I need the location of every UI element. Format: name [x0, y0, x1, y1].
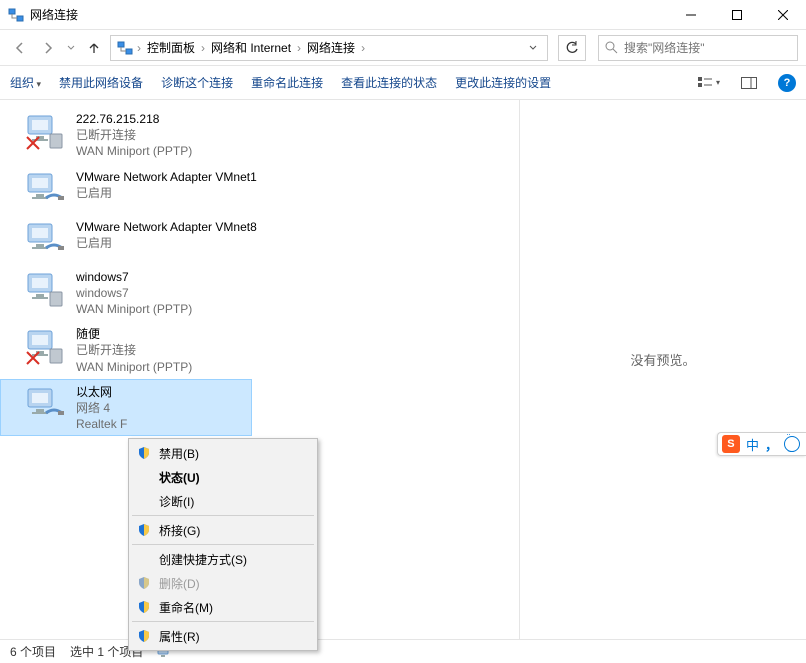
connection-status: 网络 4 [76, 400, 127, 416]
back-button[interactable] [8, 36, 32, 60]
search-box[interactable] [598, 35, 798, 61]
chevron-right-icon[interactable]: › [201, 41, 205, 55]
connection-ethernet-icon [24, 383, 66, 425]
connection-device: WAN Miniport (PPTP) [76, 301, 192, 317]
ime-toolbar[interactable]: S 中 ， [717, 432, 806, 456]
status-bar: 6 个项目 选中 1 个项目 [0, 639, 806, 663]
disable-device-button[interactable]: 禁用此网络设备 [59, 74, 143, 91]
connection-status: 已启用 [76, 185, 257, 201]
context-menu: 禁用(B) 状态(U) 诊断(I) 桥接(G) 创建快捷方式(S) 删除(D) … [128, 438, 318, 651]
network-connections-icon [117, 40, 133, 56]
ctx-properties[interactable]: 属性(R) [131, 624, 315, 648]
connection-name: 以太网 [76, 384, 127, 400]
item-count: 6 个项目 [10, 643, 56, 660]
connection-device: WAN Miniport (PPTP) [76, 359, 192, 375]
connection-name: VMware Network Adapter VMnet8 [76, 219, 257, 235]
ime-emoji-icon[interactable] [784, 436, 800, 452]
connection-name: 222.76.215.218 [76, 111, 192, 127]
connection-device: Realtek F [76, 416, 127, 432]
address-bar-row: › 控制面板 › 网络和 Internet › 网络连接 › [0, 30, 806, 66]
shield-icon [137, 600, 151, 614]
preview-pane: 没有预览。 [520, 100, 806, 639]
menu-separator [132, 544, 314, 545]
connection-name: VMware Network Adapter VMnet1 [76, 169, 257, 185]
ime-punct[interactable]: ， [765, 435, 778, 454]
content-area: 222.76.215.218 已断开连接 WAN Miniport (PPTP)… [0, 100, 806, 639]
address-dropdown[interactable] [525, 44, 541, 52]
connection-enabled-icon [24, 218, 66, 260]
chevron-right-icon[interactable]: › [137, 41, 141, 55]
no-preview-text: 没有预览。 [630, 350, 695, 369]
shield-icon [137, 523, 151, 537]
ctx-disable[interactable]: 禁用(B) [131, 441, 315, 465]
view-options-button[interactable]: ▾ [698, 72, 720, 94]
network-connections-icon [8, 7, 24, 23]
diagnose-button[interactable]: 诊断这个连接 [161, 74, 233, 91]
chevron-right-icon[interactable]: › [361, 41, 365, 55]
menu-separator [132, 621, 314, 622]
titlebar: 网络连接 [0, 0, 806, 30]
window-controls [668, 0, 806, 30]
rename-button[interactable]: 重命名此连接 [251, 74, 323, 91]
breadcrumb-segment[interactable]: 网络连接 [305, 39, 357, 56]
connection-device: WAN Miniport (PPTP) [76, 143, 192, 159]
connection-item[interactable]: VMware Network Adapter VMnet8 已启用 [0, 214, 519, 264]
forward-button[interactable] [36, 36, 60, 60]
connection-item-selected[interactable]: 以太网 网络 4 Realtek F [0, 379, 252, 437]
ctx-delete: 删除(D) [131, 571, 315, 595]
connection-enabled-icon [24, 168, 66, 210]
shield-icon [137, 576, 151, 590]
refresh-button[interactable] [558, 35, 586, 61]
shield-icon [137, 629, 151, 643]
organize-menu[interactable]: 组织 [10, 74, 41, 91]
connection-name: 随便 [76, 326, 192, 342]
connection-name: windows7 [76, 269, 192, 285]
maximize-button[interactable] [714, 0, 760, 30]
ctx-rename[interactable]: 重命名(M) [131, 595, 315, 619]
ime-mode[interactable]: 中 [746, 435, 759, 454]
preview-pane-button[interactable] [738, 72, 760, 94]
ctx-bridge[interactable]: 桥接(G) [131, 518, 315, 542]
command-bar: 组织 禁用此网络设备 诊断这个连接 重命名此连接 查看此连接的状态 更改此连接的… [0, 66, 806, 100]
close-button[interactable] [760, 0, 806, 30]
window-title: 网络连接 [30, 6, 668, 23]
ctx-status[interactable]: 状态(U) [131, 465, 315, 489]
change-settings-button[interactable]: 更改此连接的设置 [455, 74, 551, 91]
ctx-diagnose[interactable]: 诊断(I) [131, 489, 315, 513]
breadcrumb-segment[interactable]: 网络和 Internet [209, 39, 293, 56]
connection-status: windows7 [76, 285, 192, 301]
connection-item[interactable]: 222.76.215.218 已断开连接 WAN Miniport (PPTP) [0, 106, 519, 164]
sogou-logo-icon[interactable]: S [722, 435, 740, 453]
shield-icon [137, 446, 151, 460]
connection-status: 已断开连接 [76, 127, 192, 143]
breadcrumb-segment[interactable]: 控制面板 [145, 39, 197, 56]
connection-vpn-icon [24, 268, 66, 310]
connection-item[interactable]: windows7 windows7 WAN Miniport (PPTP) [0, 264, 519, 322]
connection-disconnected-icon [24, 325, 66, 367]
ctx-shortcut[interactable]: 创建快捷方式(S) [131, 547, 315, 571]
connection-item[interactable]: 随便 已断开连接 WAN Miniport (PPTP) [0, 321, 519, 379]
recent-dropdown[interactable] [64, 36, 78, 60]
menu-separator [132, 515, 314, 516]
search-input[interactable] [624, 41, 791, 55]
address-bar[interactable]: › 控制面板 › 网络和 Internet › 网络连接 › [110, 35, 548, 61]
search-icon [605, 41, 618, 54]
connection-item[interactable]: VMware Network Adapter VMnet1 已启用 [0, 164, 519, 214]
up-button[interactable] [82, 36, 106, 60]
minimize-button[interactable] [668, 0, 714, 30]
connection-status: 已启用 [76, 235, 257, 251]
view-status-button[interactable]: 查看此连接的状态 [341, 74, 437, 91]
chevron-right-icon[interactable]: › [297, 41, 301, 55]
connection-disconnected-icon [24, 110, 66, 152]
help-button[interactable]: ? [778, 74, 796, 92]
connection-status: 已断开连接 [76, 342, 192, 358]
